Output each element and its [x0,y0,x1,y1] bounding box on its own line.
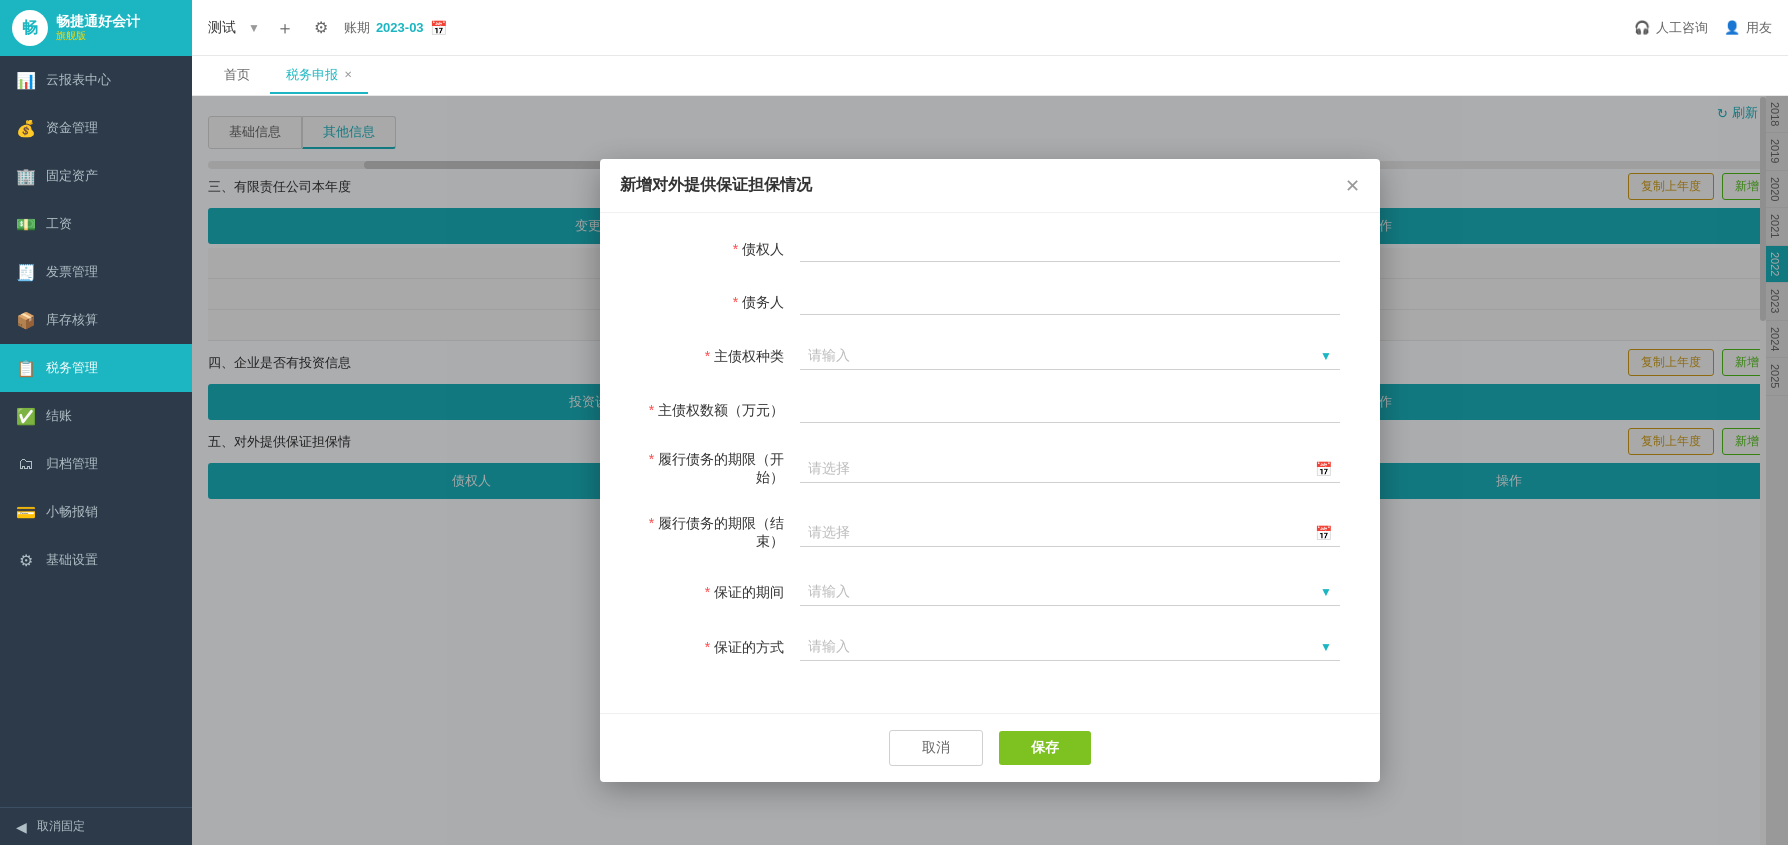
modal-overlay: 新增对外提供保证担保情况 ✕ * 债权人 [192,96,1788,845]
checkout-icon: ✅ [16,406,36,426]
fund-mgmt-icon: 💰 [16,118,36,138]
form-row-debtor: * 债务人 [640,290,1340,315]
guarantee-method-select[interactable]: 请输入 ▼ [800,634,1340,661]
sidebar-item-fund-mgmt[interactable]: 💰 资金管理 [0,104,192,152]
sidebar-item-inventory[interactable]: 📦 库存核算 [0,296,192,344]
sidebar-item-invoice[interactable]: 🧾 发票管理 [0,248,192,296]
debt-type-select[interactable]: 请输入 ▼ [800,343,1340,370]
cancel-button[interactable]: 取消 [889,730,983,766]
form-row-debt-type: * 主债权种类 请输入 ▼ [640,343,1340,370]
dialog-footer: 取消 保存 [600,713,1380,782]
tabbar: 首页 税务申报 ✕ [192,56,1788,96]
sidebar-item-expense[interactable]: 💳 小畅报销 [0,488,192,536]
sidebar-item-fixed-assets[interactable]: 🏢 固定资产 [0,152,192,200]
date-start-label: * 履行债务的期限（开始） [640,451,800,487]
logo-icon: 畅 [12,10,48,46]
invoice-icon: 🧾 [16,262,36,282]
company-dropdown-icon[interactable]: ▼ [248,21,260,35]
sidebar-item-settings[interactable]: ⚙ 基础设置 [0,536,192,584]
guarantee-period-dropdown-icon: ▼ [1320,585,1332,599]
topbar-right: 🎧 人工咨询 👤 用友 [1634,19,1772,37]
tax-mgmt-icon: 📋 [16,358,36,378]
dialog-close-btn[interactable]: ✕ [1345,177,1360,195]
form-row-date-end: * 履行债务的期限（结束） 请选择 📅 [640,515,1340,551]
dialog-body: * 债权人 * 债务人 [600,213,1380,713]
debt-amount-label: * 主债权数额（万元） [640,402,800,420]
add-guarantee-dialog: 新增对外提供保证担保情况 ✕ * 债权人 [600,159,1380,782]
date-end-calendar-icon: 📅 [1315,525,1332,541]
user-btn[interactable]: 👤 用友 [1724,19,1772,37]
sidebar-logo: 畅 畅捷通好会计 旗舰版 [0,0,192,56]
sidebar-item-tax-mgmt[interactable]: 📋 税务管理 [0,344,192,392]
debtor-label: * 债务人 [640,294,800,312]
user-icon: 👤 [1724,20,1740,35]
sidebar-item-payroll[interactable]: 💵 工资 [0,200,192,248]
debt-amount-input[interactable] [800,398,1340,423]
tab-home[interactable]: 首页 [208,58,266,94]
headset-icon: 🎧 [1634,20,1650,35]
settings-icon: ⚙ [16,550,36,570]
guarantee-period-select[interactable]: 请输入 ▼ [800,579,1340,606]
debt-type-dropdown-icon: ▼ [1320,349,1332,363]
tab-tax[interactable]: 税务申报 ✕ [270,58,368,94]
logo-text: 畅捷通好会计 旗舰版 [56,13,140,44]
archive-icon: 🗂 [16,454,36,474]
sidebar: 畅 畅捷通好会计 旗舰版 📊 云报表中心 💰 资金管理 🏢 固定资产 💵 工资 [0,0,192,845]
date-end-picker[interactable]: 请选择 📅 [800,520,1340,547]
payroll-icon: 💵 [16,214,36,234]
form-row-debt-amount: * 主债权数额（万元） [640,398,1340,423]
guarantee-method-dropdown-icon: ▼ [1320,640,1332,654]
creditor-input[interactable] [800,237,1340,262]
form-row-creditor: * 债权人 [640,237,1340,262]
company-name: 测试 [208,19,236,37]
tab-close-icon[interactable]: ✕ [344,69,352,80]
period-selector: 账期 2023-03 📅 [344,19,447,37]
form-row-guarantee-method: * 保证的方式 请输入 ▼ [640,634,1340,661]
arrow-left-icon: ◀ [16,819,27,835]
sidebar-item-archive[interactable]: 🗂 归档管理 [0,440,192,488]
period-calendar-icon[interactable]: 📅 [430,20,447,36]
creditor-label: * 债权人 [640,241,800,259]
debtor-input[interactable] [800,290,1340,315]
app-container: 畅 畅捷通好会计 旗舰版 📊 云报表中心 💰 资金管理 🏢 固定资产 💵 工资 [0,0,1788,845]
guarantee-period-label: * 保证的期间 [640,584,800,602]
sidebar-item-checkout[interactable]: ✅ 结账 [0,392,192,440]
add-button[interactable]: ＋ [272,12,298,44]
expense-icon: 💳 [16,502,36,522]
sidebar-scroll: 📊 云报表中心 💰 资金管理 🏢 固定资产 💵 工资 🧾 发票管理 📦 [0,56,192,807]
content-area: ↻ 刷新 基础信息 其他信息 [192,96,1788,845]
form-row-date-start: * 履行债务的期限（开始） 请选择 📅 [640,451,1340,487]
dialog-header: 新增对外提供保证担保情况 ✕ [600,159,1380,213]
cloud-report-icon: 📊 [16,70,36,90]
date-start-picker[interactable]: 请选择 📅 [800,456,1340,483]
guarantee-method-label: * 保证的方式 [640,639,800,657]
sidebar-collapse-btn[interactable]: ◀ 取消固定 [0,807,192,845]
fixed-assets-icon: 🏢 [16,166,36,186]
date-end-label: * 履行债务的期限（结束） [640,515,800,551]
service-btn[interactable]: 🎧 人工咨询 [1634,19,1708,37]
main-area: 测试 ▼ ＋ ⚙ 账期 2023-03 📅 🎧 人工咨询 👤 用友 [192,0,1788,845]
settings-icon-topbar[interactable]: ⚙ [310,14,332,41]
debt-type-label: * 主债权种类 [640,348,800,366]
form-row-guarantee-period: * 保证的期间 请输入 ▼ [640,579,1340,606]
sidebar-item-cloud-report[interactable]: 📊 云报表中心 [0,56,192,104]
topbar: 测试 ▼ ＋ ⚙ 账期 2023-03 📅 🎧 人工咨询 👤 用友 [192,0,1788,56]
date-start-calendar-icon: 📅 [1315,461,1332,477]
inventory-icon: 📦 [16,310,36,330]
dialog-title: 新增对外提供保证担保情况 [620,175,812,196]
save-button[interactable]: 保存 [999,731,1091,765]
